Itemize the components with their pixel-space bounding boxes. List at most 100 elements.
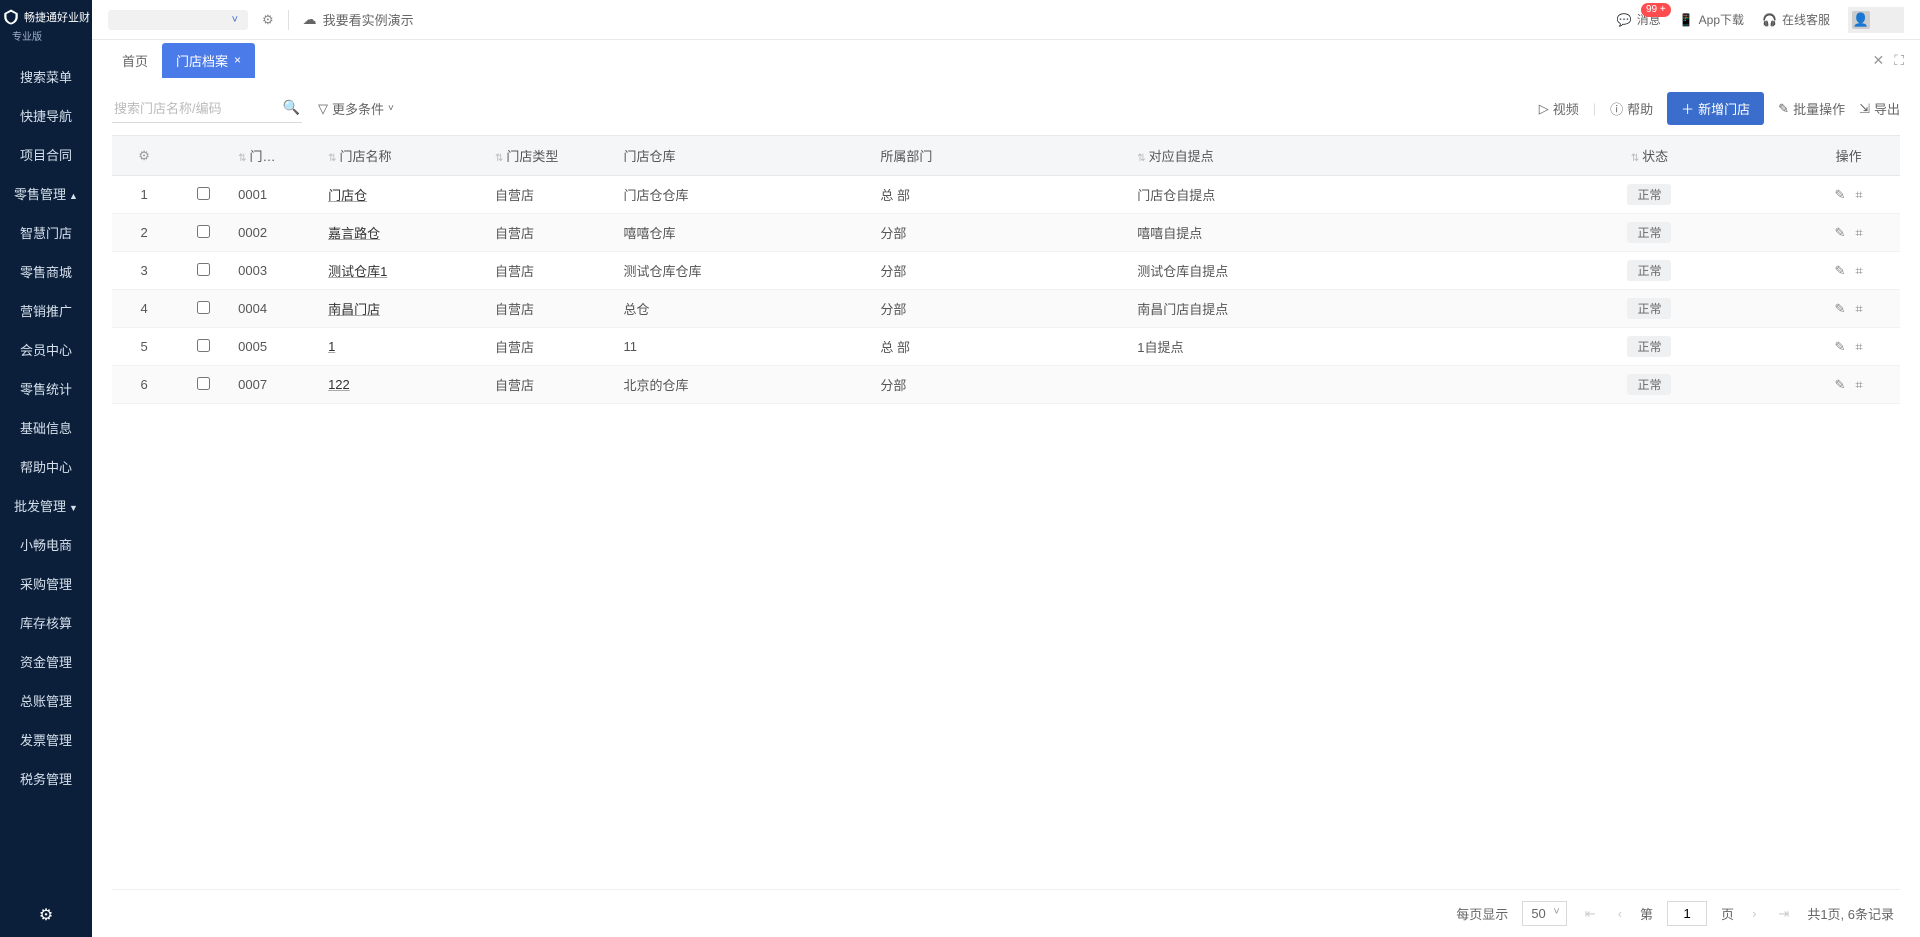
cell-pickup: 门店仓自提点 xyxy=(1129,176,1502,214)
table-row: 4 0004 南昌门店 自营店 总仓 分部 南昌门店自提点 正常 ✎ ⌗ xyxy=(112,290,1900,328)
page-last-icon[interactable]: ⇥ xyxy=(1774,906,1793,922)
tab-0[interactable]: 首页 xyxy=(108,43,162,78)
page-next-icon[interactable]: › xyxy=(1748,906,1760,921)
edit-row-icon[interactable]: ✎ xyxy=(1834,187,1845,203)
batch-ops-link[interactable]: ✎ 批量操作 xyxy=(1778,99,1845,118)
cell-type: 自营店 xyxy=(487,366,615,404)
demo-link[interactable]: ☁ 我要看实例演示 xyxy=(303,10,414,29)
sidebar-item-9[interactable]: 基础信息 xyxy=(0,408,92,447)
more-row-icon[interactable]: ⌗ xyxy=(1855,263,1862,279)
sidebar-item-10[interactable]: 帮助中心 xyxy=(0,447,92,486)
more-filters-link[interactable]: ▽ 更多条件 ˅ xyxy=(318,99,394,118)
more-row-icon[interactable]: ⌗ xyxy=(1855,377,1862,393)
table-row: 2 0002 嘉言路仓 自营店 嘻嘻仓库 分部 嘻嘻自提点 正常 ✎ ⌗ xyxy=(112,214,1900,252)
page-prev-icon[interactable]: ‹ xyxy=(1614,906,1626,921)
online-service-link[interactable]: 🎧 在线客服 xyxy=(1762,11,1830,28)
messages-link[interactable]: 💬 消息 99 + xyxy=(1617,11,1661,28)
cell-warehouse: 嘻嘻仓库 xyxy=(615,214,872,252)
plus-icon: ＋ xyxy=(1681,99,1694,118)
edit-row-icon[interactable]: ✎ xyxy=(1834,377,1845,393)
headset-icon: 🎧 xyxy=(1762,13,1777,27)
video-link[interactable]: ▷ 视频 xyxy=(1539,99,1579,118)
sort-icon[interactable]: ⇅ xyxy=(495,153,503,164)
sidebar-item-1[interactable]: 快捷导航 xyxy=(0,96,92,135)
page-first-icon[interactable]: ⇤ xyxy=(1581,906,1600,922)
row-checkbox[interactable] xyxy=(197,339,210,352)
header-gear-icon[interactable]: ⚙ xyxy=(262,12,274,28)
cell-idx: 1 xyxy=(112,176,176,214)
status-badge: 正常 xyxy=(1627,298,1671,319)
search-input[interactable] xyxy=(112,95,302,123)
sidebar-item-17[interactable]: 发票管理 xyxy=(0,720,92,759)
sidebar-item-14[interactable]: 库存核算 xyxy=(0,603,92,642)
store-name-link[interactable]: 1 xyxy=(328,339,335,354)
sidebar-item-18[interactable]: 税务管理 xyxy=(0,759,92,798)
help-label: 帮助 xyxy=(1627,99,1653,118)
cell-code: 0004 xyxy=(230,290,320,328)
close-tab-icon[interactable]: ✕ xyxy=(1872,52,1884,69)
sidebar-item-4[interactable]: 智慧门店 xyxy=(0,213,92,252)
store-name-link[interactable]: 嘉言路仓 xyxy=(328,226,380,241)
more-row-icon[interactable]: ⌗ xyxy=(1855,225,1862,241)
row-checkbox[interactable] xyxy=(197,263,210,276)
sidebar-item-3[interactable]: 零售管理▲ xyxy=(0,174,92,213)
new-store-button[interactable]: ＋ 新增门店 xyxy=(1667,92,1764,125)
sidebar-item-6[interactable]: 营销推广 xyxy=(0,291,92,330)
tab-1[interactable]: 门店档案× xyxy=(162,43,255,78)
edit-row-icon[interactable]: ✎ xyxy=(1834,301,1845,317)
sidebar-item-13[interactable]: 采购管理 xyxy=(0,564,92,603)
sidebar-footer: ⚙ xyxy=(0,893,92,937)
col-ops-label: 操作 xyxy=(1836,149,1862,164)
user-avatar[interactable]: 👤 xyxy=(1848,7,1904,33)
col-warehouse-label: 门店仓库 xyxy=(623,149,675,164)
help-link[interactable]: ⓘ 帮助 xyxy=(1610,99,1653,118)
pagination: 每页显示 50 ⇤ ‹ 第 页 › ⇥ 共1页, 6条记录 xyxy=(112,889,1900,937)
export-link[interactable]: ⇲ 导出 xyxy=(1859,99,1900,118)
sidebar-item-0[interactable]: 搜索菜单 xyxy=(0,57,92,96)
app-download-link[interactable]: 📱 App下载 xyxy=(1679,11,1744,28)
sidebar-item-2[interactable]: 项目合同 xyxy=(0,135,92,174)
help-icon: ⓘ xyxy=(1610,99,1623,118)
store-name-link[interactable]: 122 xyxy=(328,377,350,392)
store-name-link[interactable]: 南昌门店 xyxy=(328,302,380,317)
menu-arrow-icon: ▲ xyxy=(69,191,78,201)
sort-icon[interactable]: ⇅ xyxy=(1137,153,1145,164)
fullscreen-icon[interactable]: ⛶ xyxy=(1894,52,1904,69)
toolbar: 🔍 ▽ 更多条件 ˅ ▷ 视频 | ⓘ 帮助 xyxy=(112,92,1900,135)
more-row-icon[interactable]: ⌗ xyxy=(1855,187,1862,203)
sidebar-item-11[interactable]: 批发管理▼ xyxy=(0,486,92,525)
more-row-icon[interactable]: ⌗ xyxy=(1855,339,1862,355)
sidebar-item-5[interactable]: 零售商城 xyxy=(0,252,92,291)
sidebar-item-8[interactable]: 零售统计 xyxy=(0,369,92,408)
company-selector[interactable]: ˅ xyxy=(108,10,248,30)
cell-warehouse: 总仓 xyxy=(615,290,872,328)
col-type-label: 门店类型 xyxy=(506,149,558,164)
page-input[interactable] xyxy=(1667,901,1707,926)
more-row-icon[interactable]: ⌗ xyxy=(1855,301,1862,317)
edit-row-icon[interactable]: ✎ xyxy=(1834,339,1845,355)
row-checkbox[interactable] xyxy=(197,377,210,390)
store-name-link[interactable]: 门店仓 xyxy=(328,188,367,203)
sort-icon[interactable]: ⇅ xyxy=(1631,153,1639,164)
cell-idx: 5 xyxy=(112,328,176,366)
settings-gear-icon[interactable]: ⚙ xyxy=(39,907,53,924)
divider xyxy=(288,10,289,30)
row-checkbox[interactable] xyxy=(197,301,210,314)
sort-icon[interactable]: ⇅ xyxy=(238,153,246,164)
table-settings-icon[interactable]: ⚙ xyxy=(138,148,150,163)
sidebar-item-12[interactable]: 小畅电商 xyxy=(0,525,92,564)
edit-row-icon[interactable]: ✎ xyxy=(1834,263,1845,279)
row-checkbox[interactable] xyxy=(197,225,210,238)
sidebar-item-16[interactable]: 总账管理 xyxy=(0,681,92,720)
sort-icon[interactable]: ⇅ xyxy=(328,153,336,164)
mobile-icon: 📱 xyxy=(1679,13,1694,27)
tab-close-icon[interactable]: × xyxy=(234,53,241,67)
edit-row-icon[interactable]: ✎ xyxy=(1834,225,1845,241)
store-name-link[interactable]: 测试仓库1 xyxy=(328,264,387,279)
sidebar-item-15[interactable]: 资金管理 xyxy=(0,642,92,681)
search-icon[interactable]: 🔍 xyxy=(283,99,300,116)
app-label: App下载 xyxy=(1699,11,1744,28)
sidebar-item-7[interactable]: 会员中心 xyxy=(0,330,92,369)
row-checkbox[interactable] xyxy=(197,187,210,200)
page-size-select[interactable]: 50 xyxy=(1522,901,1566,926)
